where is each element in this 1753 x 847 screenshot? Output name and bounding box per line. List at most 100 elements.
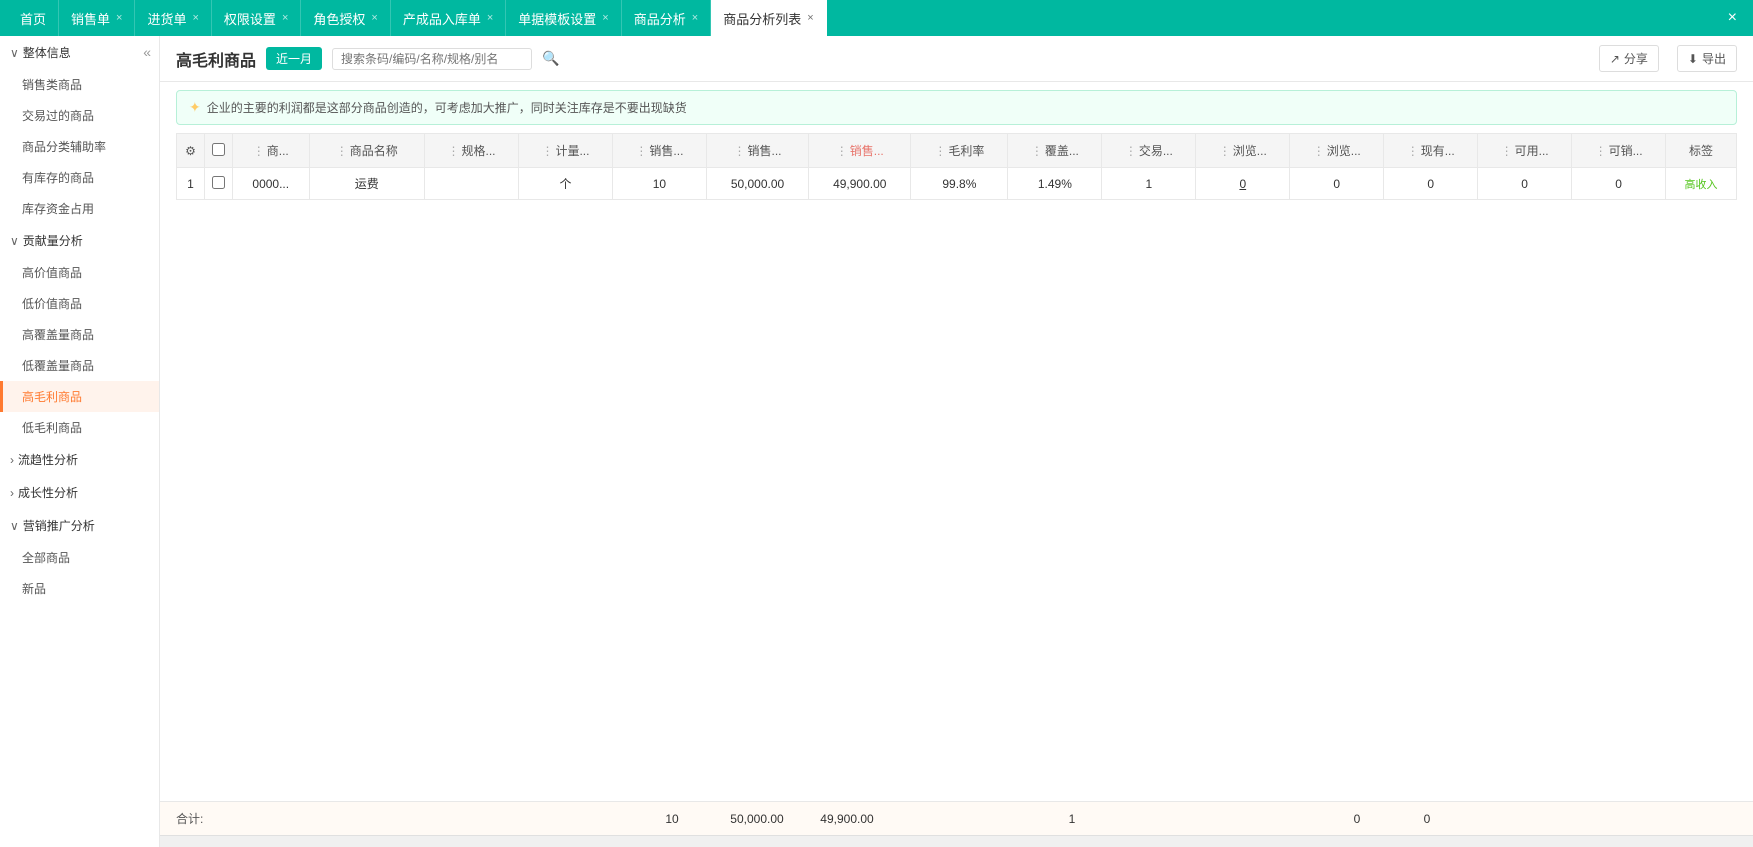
cell-checkbox[interactable] [205,168,233,200]
col-resize-icon: ⋮ [1031,144,1043,158]
export-button[interactable]: ⬇ 导出 [1677,45,1737,72]
cell-sales2: 50,000.00 [706,168,808,200]
close-icon[interactable]: × [692,12,698,24]
col-resize-icon: ⋮ [1219,144,1231,158]
col-resize-icon: ⋮ [734,144,746,158]
sidebar-item-high-margin[interactable]: 高毛利商品 [0,381,159,412]
col-sales3[interactable]: ⋮销售... [809,134,911,168]
col-spec[interactable]: ⋮规格... [425,134,519,168]
cell-coverage: 1.49% [1008,168,1102,200]
top-navigation: 首页 销售单 × 进货单 × 权限设置 × 角色授权 × 产成品入库单 × 单据… [0,0,1753,36]
close-icon[interactable]: × [116,12,122,24]
sidebar-item-low-coverage[interactable]: 低覆盖量商品 [0,350,159,381]
col-stock-current[interactable]: ⋮现有... [1384,134,1478,168]
sidebar-item-all-goods[interactable]: 全部商品 [0,542,159,573]
sidebar-group-overall[interactable]: ∨ 整体信息 [0,36,159,69]
close-icon[interactable]: × [192,12,198,24]
close-icon[interactable]: × [487,12,493,24]
row-checkbox[interactable] [212,176,225,189]
footer-sales1: 10 [632,812,712,826]
select-all-checkbox[interactable] [212,143,225,156]
sidebar-item-stocked-goods[interactable]: 有库存的商品 [0,162,159,193]
col-resize-icon: ⋮ [253,144,265,158]
col-code[interactable]: ⋮商... [233,134,310,168]
footer-sales3: 49,900.00 [802,812,892,826]
footer-stock-available: 0 [1322,812,1392,826]
col-sales2[interactable]: ⋮销售... [706,134,808,168]
time-filter-button[interactable]: 近一月 [266,47,322,70]
cell-browse1[interactable]: 0 [1196,168,1290,200]
col-transaction[interactable]: ⋮交易... [1102,134,1196,168]
col-settings[interactable]: ⚙ [177,134,205,168]
sidebar-item-sales-goods[interactable]: 销售类商品 [0,69,159,100]
close-icon[interactable]: × [602,12,608,24]
close-all-tabs-button[interactable]: × [1720,9,1745,27]
close-icon[interactable]: × [371,12,377,24]
horizontal-scrollbar[interactable] [160,835,1753,847]
col-browse2[interactable]: ⋮浏览... [1290,134,1384,168]
sidebar-item-high-coverage[interactable]: 高覆盖量商品 [0,319,159,350]
sidebar: « ∨ 整体信息 销售类商品 交易过的商品 商品分类辅助率 有库存的商品 库存资… [0,36,160,847]
sidebar-item-high-value[interactable]: 高价值商品 [0,257,159,288]
chevron-right-icon: › [10,486,14,500]
search-input[interactable] [332,48,532,70]
sidebar-item-stock-capital[interactable]: 库存资金占用 [0,193,159,224]
share-icon: ↗ [1610,52,1620,66]
footer-transaction: 1 [1032,812,1112,826]
info-icon: ✦ [189,99,201,116]
nav-tab-purchase[interactable]: 进货单 × [135,0,211,36]
footer-sales2: 50,000.00 [712,812,802,826]
col-tag[interactable]: 标签 [1666,134,1737,168]
col-browse1[interactable]: ⋮浏览... [1196,134,1290,168]
nav-tab-role[interactable]: 角色授权 × [301,0,390,36]
cell-code[interactable]: 0000... [233,168,310,200]
col-resize-icon: ⋮ [1125,144,1137,158]
sidebar-item-new-goods[interactable]: 新品 [0,573,159,604]
nav-tab-permission[interactable]: 权限设置 × [212,0,301,36]
chevron-down-icon: ∨ [10,46,19,60]
cell-name: 运费 [309,168,425,200]
col-coverage[interactable]: ⋮覆盖... [1008,134,1102,168]
sidebar-item-category-rate[interactable]: 商品分类辅助率 [0,131,159,162]
nav-tab-product-analysis-list[interactable]: 商品分析列表 × [711,0,826,36]
sidebar-group-marketing[interactable]: ∨ 营销推广分析 [0,509,159,542]
col-name[interactable]: ⋮商品名称 [309,134,425,168]
nav-tab-sales[interactable]: 销售单 × [59,0,135,36]
nav-tab-template[interactable]: 单据模板设置 × [506,0,621,36]
col-stock-available[interactable]: ⋮可用... [1478,134,1572,168]
nav-tab-home[interactable]: 首页 [8,0,59,36]
sidebar-item-low-margin[interactable]: 低毛利商品 [0,412,159,443]
close-icon[interactable]: × [282,12,288,24]
col-resize-icon: ⋮ [934,144,946,158]
sidebar-group-contribution[interactable]: ∨ 贡献量分析 [0,224,159,257]
sidebar-group-trend[interactable]: › 流趋性分析 [0,443,159,476]
share-button[interactable]: ↗ 分享 [1599,45,1659,72]
col-resize-icon: ⋮ [1407,144,1419,158]
page-title: 高毛利商品 [176,47,256,71]
cell-unit: 个 [519,168,613,200]
cell-browse2: 0 [1290,168,1384,200]
close-icon[interactable]: × [807,12,813,24]
sidebar-item-low-value[interactable]: 低价值商品 [0,288,159,319]
tag-label: 高收入 [1685,179,1718,191]
cell-sales3: 49,900.00 [809,168,911,200]
col-sales1[interactable]: ⋮销售... [612,134,706,168]
browse1-link[interactable]: 0 [1239,177,1246,191]
search-icon[interactable]: 🔍 [542,50,559,67]
col-unit[interactable]: ⋮计量... [519,134,613,168]
sidebar-collapse-button[interactable]: « [143,44,151,60]
col-stock-sellable[interactable]: ⋮可销... [1572,134,1666,168]
cell-seq: 1 [177,168,205,200]
cell-sales1: 10 [612,168,706,200]
col-margin[interactable]: ⋮毛利率 [911,134,1008,168]
cell-stock-sellable: 0 [1572,168,1666,200]
footer-total-label: 合计: [176,810,256,827]
nav-tab-product-analysis[interactable]: 商品分析 × [622,0,711,36]
col-resize-icon: ⋮ [635,144,647,158]
nav-tab-product-storage[interactable]: 产成品入库单 × [391,0,506,36]
col-checkbox[interactable] [205,134,233,168]
content-header: 高毛利商品 近一月 🔍 ↗ 分享 ⬇ 导出 [160,36,1753,82]
col-resize-icon: ⋮ [448,144,460,158]
sidebar-group-growth[interactable]: › 成长性分析 [0,476,159,509]
sidebar-item-traded-goods[interactable]: 交易过的商品 [0,100,159,131]
